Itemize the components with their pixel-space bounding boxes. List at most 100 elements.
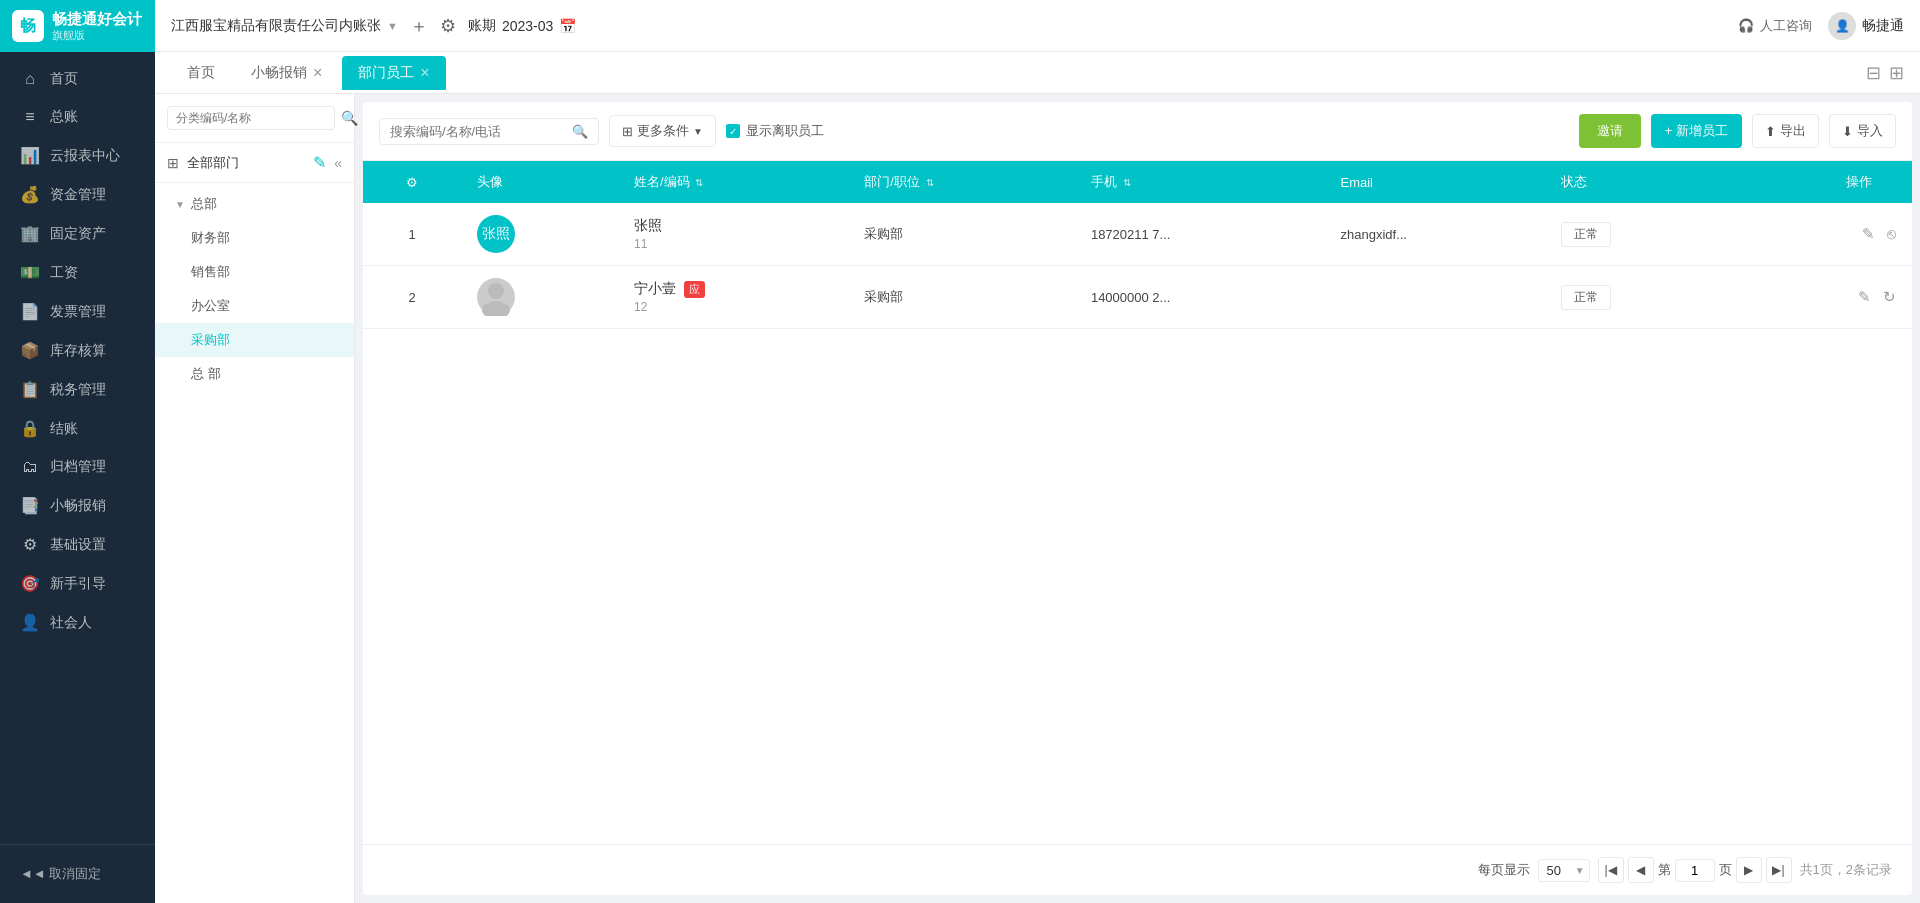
- tab-expense-close[interactable]: ×: [313, 65, 322, 81]
- tab-home-label: 首页: [187, 64, 215, 82]
- company-selector[interactable]: 江西服宝精品有限责任公司内账张 ▼: [171, 17, 398, 35]
- row-status: 正常: [1545, 266, 1729, 329]
- dept-item-headquarters[interactable]: ▼ 总部: [155, 187, 354, 221]
- svg-point-1: [482, 301, 510, 316]
- sidebar-item-label: 总账: [50, 108, 78, 126]
- calendar-icon[interactable]: 📅: [559, 18, 576, 34]
- dept-item-sales[interactable]: 销售部: [155, 255, 354, 289]
- tab-dept-employee[interactable]: 部门员工 ×: [342, 56, 445, 90]
- row-dept: 采购部: [848, 203, 1075, 266]
- sidebar-nav: ⌂ 首页 ≡ 总账 📊 云报表中心 💰 资金管理 🏢 固定资产 💵 工资 📄 发…: [0, 52, 155, 844]
- search-icon[interactable]: 🔍: [572, 124, 588, 139]
- employee-table: ⚙ 头像 姓名/编码 ⇅ 部门/职位 ⇅ 手机 ⇅ Email: [363, 161, 1912, 329]
- user-menu[interactable]: 👤 畅捷通: [1828, 12, 1904, 40]
- sidebar-item-label: 结账: [50, 420, 78, 438]
- page-prev-button[interactable]: ◀: [1628, 857, 1654, 883]
- content-area: 🔍 ⊞ 全部部门 ✎ « ▼ 总部 财务部 销售部: [155, 94, 1920, 903]
- show-resigned-toggle[interactable]: ✓ 显示离职员工: [726, 122, 824, 140]
- company-name: 江西服宝精品有限责任公司内账张: [171, 17, 381, 35]
- col-dept-pos[interactable]: 部门/职位 ⇅: [848, 161, 1075, 203]
- payroll-icon: 💵: [20, 263, 40, 282]
- page-last-button[interactable]: ▶|: [1766, 857, 1792, 883]
- employee-code: 11: [634, 237, 832, 251]
- sidebar-item-tax[interactable]: 📋 税务管理: [0, 370, 155, 409]
- col-phone[interactable]: 手机 ⇅: [1075, 161, 1325, 203]
- sidebar-item-ledger[interactable]: ≡ 总账: [0, 98, 155, 136]
- edit-icon[interactable]: ✎: [1862, 225, 1875, 243]
- filter-button[interactable]: ⊞ 更多条件 ▼: [609, 115, 716, 147]
- dept-item-label: 办公室: [191, 297, 230, 315]
- per-page-select[interactable]: 50 10 20 100: [1538, 859, 1590, 882]
- page-first-button[interactable]: |◀: [1598, 857, 1624, 883]
- cancel-fixed-label: ◄◄ 取消固定: [20, 865, 101, 883]
- tab-expense[interactable]: 小畅报销 ×: [235, 56, 338, 90]
- show-resigned-checkbox[interactable]: ✓: [726, 124, 740, 138]
- export-icon: ⬆: [1765, 124, 1776, 139]
- invite-label: 邀请: [1597, 123, 1623, 138]
- logout-icon[interactable]: ⎋: [1887, 225, 1896, 243]
- sidebar-item-assets[interactable]: 🏢 固定资产: [0, 214, 155, 253]
- add-company-button[interactable]: ＋: [410, 14, 428, 38]
- period-label: 账期: [468, 17, 496, 35]
- dept-item-general-hq[interactable]: 总 部: [155, 357, 354, 391]
- dept-search-input[interactable]: [167, 106, 335, 130]
- tabbar-right: ⊟ ⊞: [1866, 62, 1904, 84]
- sidebar-item-expense[interactable]: 📑 小畅报销: [0, 486, 155, 525]
- close-accounts-icon: 🔒: [20, 419, 40, 438]
- period-display: 账期 2023-03 📅: [468, 17, 576, 35]
- period-value: 2023-03: [502, 18, 553, 34]
- home-icon: ⌂: [20, 70, 40, 88]
- row-avatar: [461, 266, 618, 329]
- tab-expand-button[interactable]: ⊞: [1889, 62, 1904, 84]
- dept-edit-icon[interactable]: ✎: [313, 153, 326, 172]
- sidebar-item-close[interactable]: 🔒 结账: [0, 409, 155, 448]
- invite-button[interactable]: 邀请: [1579, 114, 1641, 148]
- employee-search-input[interactable]: [390, 124, 566, 139]
- dept-search-area: 🔍: [155, 94, 354, 143]
- sidebar-item-funds[interactable]: 💰 资金管理: [0, 175, 155, 214]
- service-button[interactable]: 🎧 人工咨询: [1738, 17, 1812, 35]
- row-status: 正常: [1545, 203, 1729, 266]
- ledger-icon: ≡: [20, 108, 40, 126]
- import-button[interactable]: ⬇ 导入: [1829, 114, 1896, 148]
- avatar: [477, 278, 515, 316]
- col-settings[interactable]: ⚙: [363, 161, 461, 203]
- dept-collapse-icon[interactable]: «: [334, 155, 342, 171]
- funds-icon: 💰: [20, 185, 40, 204]
- sidebar-item-home[interactable]: ⌂ 首页: [0, 60, 155, 98]
- sidebar-bottom: ◄◄ 取消固定: [0, 844, 155, 903]
- add-employee-button[interactable]: + 新增员工: [1651, 114, 1742, 148]
- sidebar-item-settings[interactable]: ⚙ 基础设置: [0, 525, 155, 564]
- expand-triangle-icon: ▼: [175, 199, 185, 210]
- dept-item-finance[interactable]: 财务部: [155, 221, 354, 255]
- sidebar-item-inventory[interactable]: 📦 库存核算: [0, 331, 155, 370]
- topbar: 江西服宝精品有限责任公司内账张 ▼ ＋ ⚙ 账期 2023-03 📅 🎧 人工咨…: [155, 0, 1920, 52]
- col-name-code[interactable]: 姓名/编码 ⇅: [618, 161, 848, 203]
- sidebar-item-reports[interactable]: 📊 云报表中心: [0, 136, 155, 175]
- tab-dept-close[interactable]: ×: [420, 65, 429, 81]
- sidebar-item-archive[interactable]: 🗂 归档管理: [0, 448, 155, 486]
- tab-home[interactable]: 首页: [171, 56, 231, 90]
- archive-icon: 🗂: [20, 458, 40, 476]
- sidebar-item-payroll[interactable]: 💵 工资: [0, 253, 155, 292]
- sidebar-item-social[interactable]: 👤 社会人: [0, 603, 155, 642]
- company-settings-button[interactable]: ⚙: [440, 15, 456, 37]
- page-number-input[interactable]: [1675, 859, 1715, 882]
- page-next-button[interactable]: ▶: [1736, 857, 1762, 883]
- avatar: 👤: [1828, 12, 1856, 40]
- dept-item-office[interactable]: 办公室: [155, 289, 354, 323]
- dept-search-icon[interactable]: 🔍: [341, 110, 358, 126]
- cancel-fixed-button[interactable]: ◄◄ 取消固定: [0, 855, 155, 893]
- sidebar-item-label: 税务管理: [50, 381, 106, 399]
- sidebar-item-label: 首页: [50, 70, 78, 88]
- sidebar-item-label: 资金管理: [50, 186, 106, 204]
- edit-icon[interactable]: ✎: [1858, 288, 1871, 306]
- tab-minimize-button[interactable]: ⊟: [1866, 62, 1881, 84]
- dept-item-purchasing[interactable]: 采购部: [155, 323, 354, 357]
- sidebar-item-guide[interactable]: 🎯 新手引导: [0, 564, 155, 603]
- export-button[interactable]: ⬆ 导出: [1752, 114, 1819, 148]
- sidebar-item-label: 小畅报销: [50, 497, 106, 515]
- row-actions: ✎ ⎋: [1728, 203, 1912, 266]
- refresh-icon[interactable]: ↻: [1883, 288, 1896, 306]
- sidebar-item-invoice[interactable]: 📄 发票管理: [0, 292, 155, 331]
